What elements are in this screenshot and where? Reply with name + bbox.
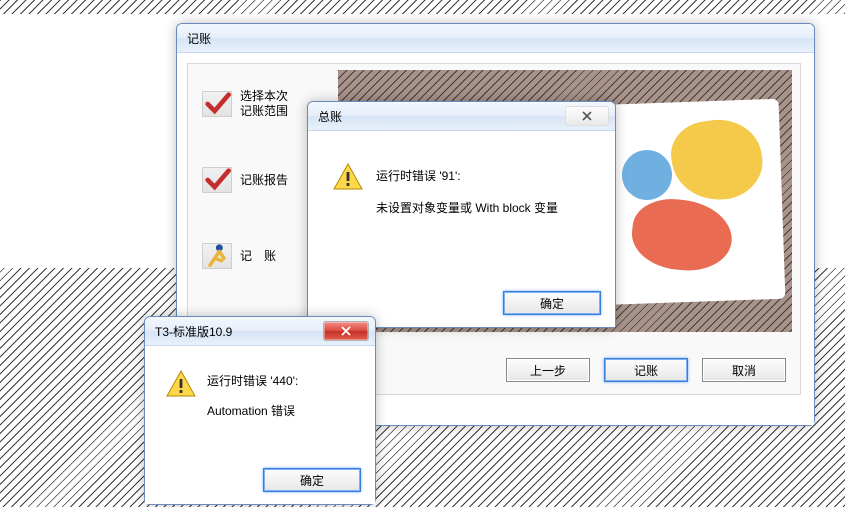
error-dialog-440: T3-标准版10.9 运行时错误 '440': Automation 错误 确定	[144, 316, 376, 505]
wizard-button-row: 上一步 记账 取消	[506, 358, 786, 382]
wizard-step-label: 选择本次 记账范围	[240, 89, 288, 119]
error-dialog-440-title: T3-标准版10.9	[155, 323, 323, 340]
error-91-line1: 运行时错误 '91':	[376, 167, 461, 184]
error-440-line1: 运行时错误 '440':	[207, 372, 298, 389]
wizard-step-post[interactable]: 记 账	[202, 238, 322, 274]
error-dialog-440-client: 运行时错误 '440': Automation 错误 确定	[145, 346, 375, 504]
wizard-step-label: 记 账	[240, 249, 276, 264]
post-button[interactable]: 记账	[604, 358, 688, 382]
ok-button[interactable]: 确定	[263, 468, 361, 492]
error-91-line2: 未设置对象变量或 With block 变量	[376, 199, 558, 216]
error-dialog-91: 总账 运行时错误 '91': 未设置对象变量或 With block 变量 确定	[307, 101, 616, 328]
error-dialog-440-titlebar[interactable]: T3-标准版10.9	[145, 317, 375, 346]
checkmark-icon	[202, 167, 232, 193]
posting-wizard-title: 记账	[187, 30, 808, 47]
wizard-step-report[interactable]: 记账报告	[202, 162, 322, 198]
person-run-icon	[202, 243, 232, 269]
close-button[interactable]	[323, 321, 369, 341]
cancel-button[interactable]: 取消	[702, 358, 786, 382]
wizard-step-select-range[interactable]: 选择本次 记账范围	[202, 86, 322, 122]
checkmark-icon	[202, 91, 232, 117]
ok-button[interactable]: 确定	[503, 291, 601, 315]
error-440-line2: Automation 错误	[207, 402, 295, 419]
prev-button[interactable]: 上一步	[506, 358, 590, 382]
error-dialog-91-titlebar[interactable]: 总账	[308, 102, 615, 131]
error-dialog-91-title: 总账	[318, 108, 565, 125]
warning-icon	[332, 161, 364, 193]
wizard-step-label: 记账报告	[240, 173, 288, 188]
error-dialog-91-client: 运行时错误 '91': 未设置对象变量或 With block 变量 确定	[308, 131, 615, 327]
warning-icon	[165, 368, 197, 400]
posting-wizard-titlebar[interactable]: 记账	[177, 24, 814, 53]
wizard-steps-column: 选择本次 记账范围 记账报告 记 账	[202, 86, 322, 314]
close-button[interactable]	[565, 106, 609, 126]
